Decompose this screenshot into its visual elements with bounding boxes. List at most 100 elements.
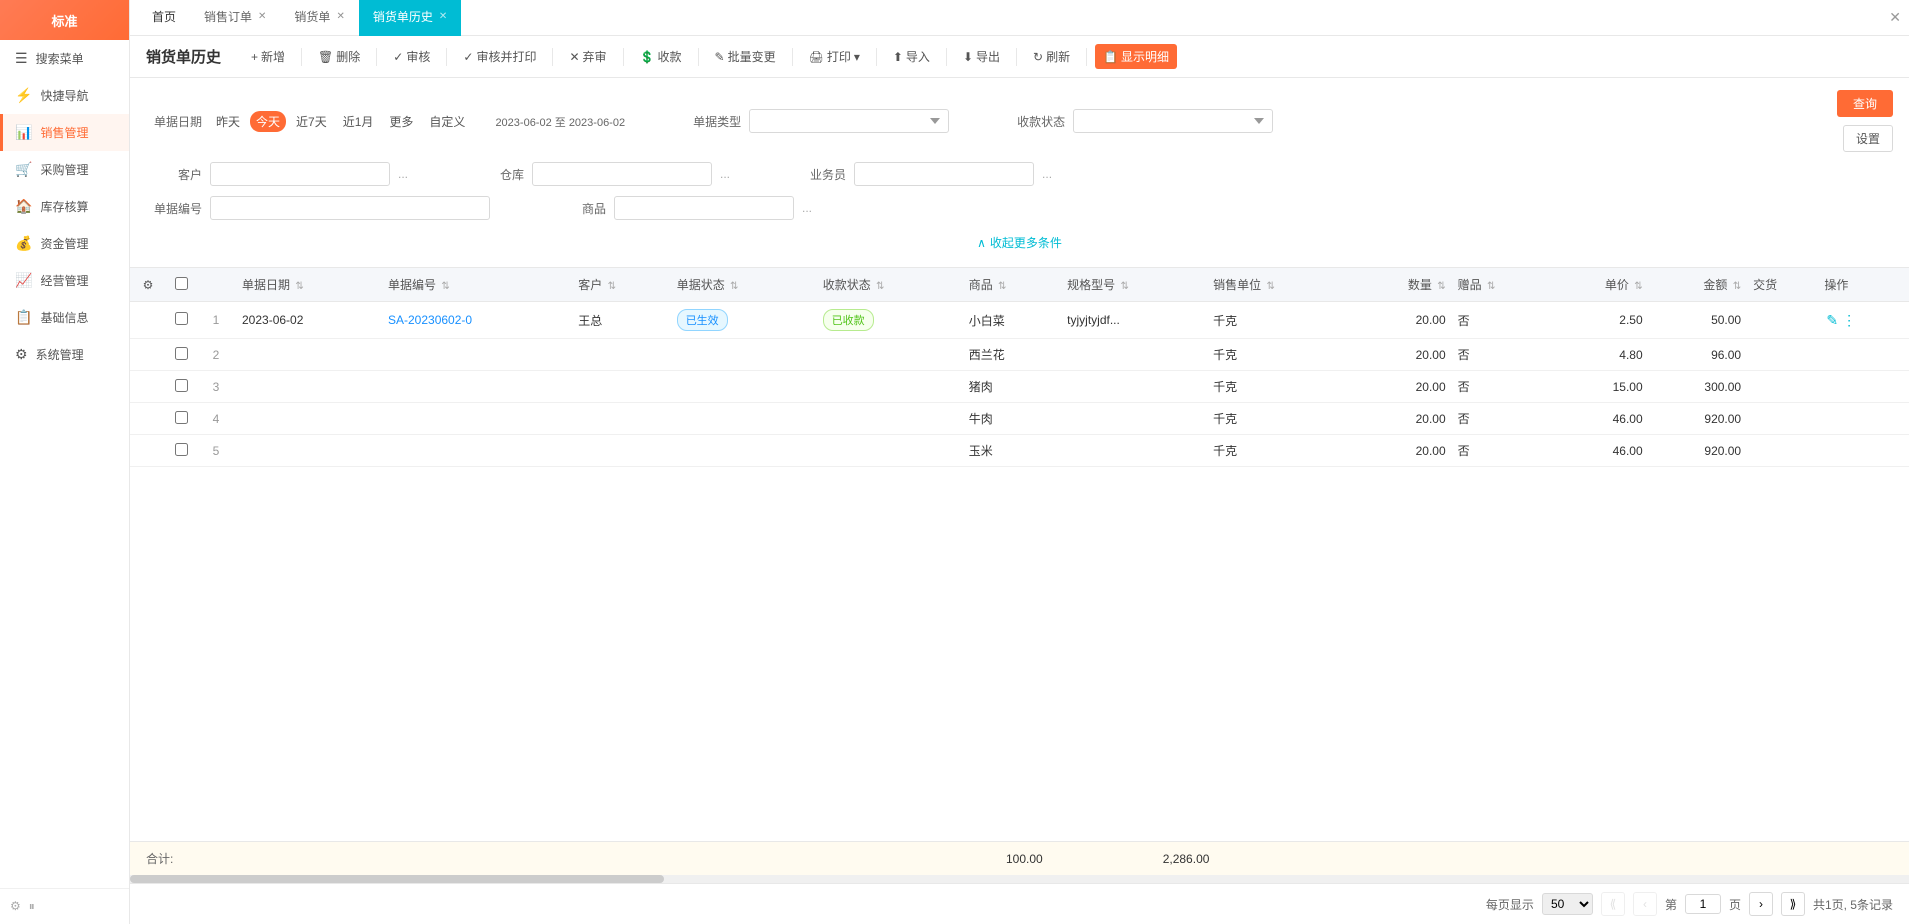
settings-icon[interactable]: ⚙	[10, 899, 21, 914]
goods-input[interactable]	[614, 196, 794, 220]
delete-icon: 🗑	[318, 50, 333, 64]
edit-action-icon[interactable]: ✎	[1826, 312, 1838, 328]
col-header-doc-number[interactable]: 单据编号 ⇅	[382, 268, 572, 302]
sidebar-item-quick-nav[interactable]: ⚡ 快捷导航	[0, 77, 129, 114]
tab-sales-order-close[interactable]: ✕	[258, 11, 266, 22]
row-checkbox[interactable]	[175, 411, 188, 424]
collect-button[interactable]: 💲 收款	[632, 44, 690, 69]
cell-doc-number[interactable]	[382, 371, 572, 403]
batch-change-button[interactable]: ✎ 批量变更	[707, 44, 784, 69]
close-all-tabs[interactable]: ✕	[1889, 9, 1901, 26]
col-header-payment-status[interactable]: 收款状态 ⇅	[817, 268, 963, 302]
row-checkbox[interactable]	[175, 379, 188, 392]
col-header-amount[interactable]: 金额 ⇅	[1649, 268, 1747, 302]
customer-input[interactable]	[210, 162, 390, 186]
page-suffix: 页	[1729, 896, 1741, 913]
payment-status-select[interactable]	[1073, 109, 1273, 133]
print-button[interactable]: 🖨 打印 ▾	[801, 44, 868, 69]
show-detail-button[interactable]: 📋 显示明细	[1095, 44, 1177, 69]
col-header-check[interactable]	[166, 268, 196, 302]
cell-check[interactable]	[166, 339, 196, 371]
salesperson-input[interactable]	[854, 162, 1034, 186]
cell-check[interactable]	[166, 302, 196, 339]
sidebar-item-inventory[interactable]: 🏠 库存核算	[0, 188, 129, 225]
col-header-spec[interactable]: 规格型号 ⇅	[1061, 268, 1207, 302]
col-header-setting[interactable]: ⚙	[130, 268, 166, 302]
tab-sales-history-close[interactable]: ✕	[439, 11, 447, 22]
cell-doc-number[interactable]	[382, 403, 572, 435]
sidebar-item-purchase-mgmt[interactable]: 🛒 采购管理	[0, 151, 129, 188]
cell-quantity: 20.00	[1353, 435, 1451, 467]
cell-quantity: 20.00	[1353, 403, 1451, 435]
horizontal-scrollbar[interactable]	[130, 875, 1909, 883]
audit-print-button[interactable]: ✓ 审核并打印	[455, 44, 544, 69]
row-checkbox[interactable]	[175, 347, 188, 360]
cell-check[interactable]	[166, 435, 196, 467]
cell-doc-number[interactable]	[382, 339, 572, 371]
date-tag-custom[interactable]: 自定义	[423, 111, 471, 132]
tab-sales-delivery-close[interactable]: ✕	[336, 11, 344, 22]
row-checkbox[interactable]	[175, 443, 188, 456]
export-button[interactable]: ⬇ 导出	[955, 44, 1008, 69]
tab-home[interactable]: 首页	[138, 0, 190, 36]
col-header-customer[interactable]: 客户 ⇅	[572, 268, 670, 302]
import-button[interactable]: ⬆ 导入	[885, 44, 938, 69]
sidebar-item-sys-mgmt[interactable]: ⚙ 系统管理	[0, 336, 129, 373]
cell-check[interactable]	[166, 371, 196, 403]
cell-doc-number[interactable]: SA-20230602-0	[382, 302, 572, 339]
audit-button[interactable]: ✓ 审核	[385, 44, 438, 69]
cell-amount: 920.00	[1649, 435, 1747, 467]
pause-icon[interactable]: ⏸	[29, 899, 35, 914]
filter-setting-button[interactable]: 设置	[1843, 125, 1893, 152]
tab-sales-delivery[interactable]: 销货单 ✕	[280, 0, 358, 36]
customer-dots[interactable]: ...	[398, 167, 408, 181]
col-header-gift[interactable]: 赠品 ⇅	[1452, 268, 1550, 302]
doc-type-select[interactable]	[749, 109, 949, 133]
col-header-goods[interactable]: 商品 ⇅	[963, 268, 1061, 302]
query-button[interactable]: 查询	[1837, 90, 1893, 117]
sidebar-item-sales-mgmt[interactable]: 📊 销售管理	[0, 114, 129, 151]
filter-row-2: 客户 ... 仓库 ... 业务员 ...	[146, 162, 1893, 186]
doc-type-label: 单据类型	[685, 113, 741, 130]
col-header-quantity[interactable]: 数量 ⇅	[1353, 268, 1451, 302]
date-tag-more[interactable]: 更多	[383, 111, 419, 132]
page-input[interactable]	[1685, 894, 1721, 914]
prev-page-button[interactable]: ‹	[1633, 892, 1657, 916]
last-page-button[interactable]: ⟫	[1781, 892, 1805, 916]
more-action-icon[interactable]: ⋮	[1842, 312, 1856, 328]
refresh-button[interactable]: ↻ 刷新	[1025, 44, 1078, 69]
col-header-unit[interactable]: 销售单位 ⇅	[1207, 268, 1353, 302]
goods-dots[interactable]: ...	[802, 201, 812, 215]
tab-sales-history[interactable]: 销货单历史 ✕	[359, 0, 461, 36]
logo: 标准	[0, 0, 129, 40]
salesperson-dots[interactable]: ...	[1042, 167, 1052, 181]
next-page-button[interactable]: ›	[1749, 892, 1773, 916]
sidebar-item-base-info[interactable]: 📋 基础信息	[0, 299, 129, 336]
col-header-doc-date[interactable]: 单据日期 ⇅	[236, 268, 382, 302]
row-checkbox[interactable]	[175, 312, 188, 325]
page-size-select[interactable]: 50 10 20 100	[1542, 893, 1593, 915]
tab-sales-order[interactable]: 销售订单 ✕	[190, 0, 280, 36]
date-tag-today[interactable]: 今天	[250, 111, 286, 132]
delete-button[interactable]: 🗑 删除	[310, 44, 368, 69]
date-tag-last7days[interactable]: 近7天	[290, 111, 333, 132]
col-header-doc-status[interactable]: 单据状态 ⇅	[671, 268, 817, 302]
sidebar-item-ops-mgmt[interactable]: 📈 经营管理	[0, 262, 129, 299]
sidebar: 标准 ☰ 搜索菜单 ⚡ 快捷导航 📊 销售管理 🛒 采购管理 🏠 库存核算 💰 …	[0, 0, 130, 924]
scrollbar-thumb[interactable]	[130, 875, 664, 883]
select-all-checkbox[interactable]	[175, 277, 188, 290]
cell-check[interactable]	[166, 403, 196, 435]
sidebar-item-finance[interactable]: 💰 资金管理	[0, 225, 129, 262]
col-header-unit-price[interactable]: 单价 ⇅	[1550, 268, 1648, 302]
first-page-button[interactable]: ⟪	[1601, 892, 1625, 916]
date-tag-last1month[interactable]: 近1月	[337, 111, 380, 132]
sidebar-item-search-menu[interactable]: ☰ 搜索菜单	[0, 40, 129, 77]
doc-number-input[interactable]	[210, 196, 490, 220]
discard-button[interactable]: ✕ 弃审	[561, 44, 614, 69]
warehouse-input[interactable]	[532, 162, 712, 186]
new-button[interactable]: + 新增	[243, 44, 293, 69]
cell-doc-number[interactable]	[382, 435, 572, 467]
collapse-button[interactable]: ∧ 收起更多条件	[977, 234, 1062, 251]
date-tag-yesterday[interactable]: 昨天	[210, 111, 246, 132]
warehouse-dots[interactable]: ...	[720, 167, 730, 181]
